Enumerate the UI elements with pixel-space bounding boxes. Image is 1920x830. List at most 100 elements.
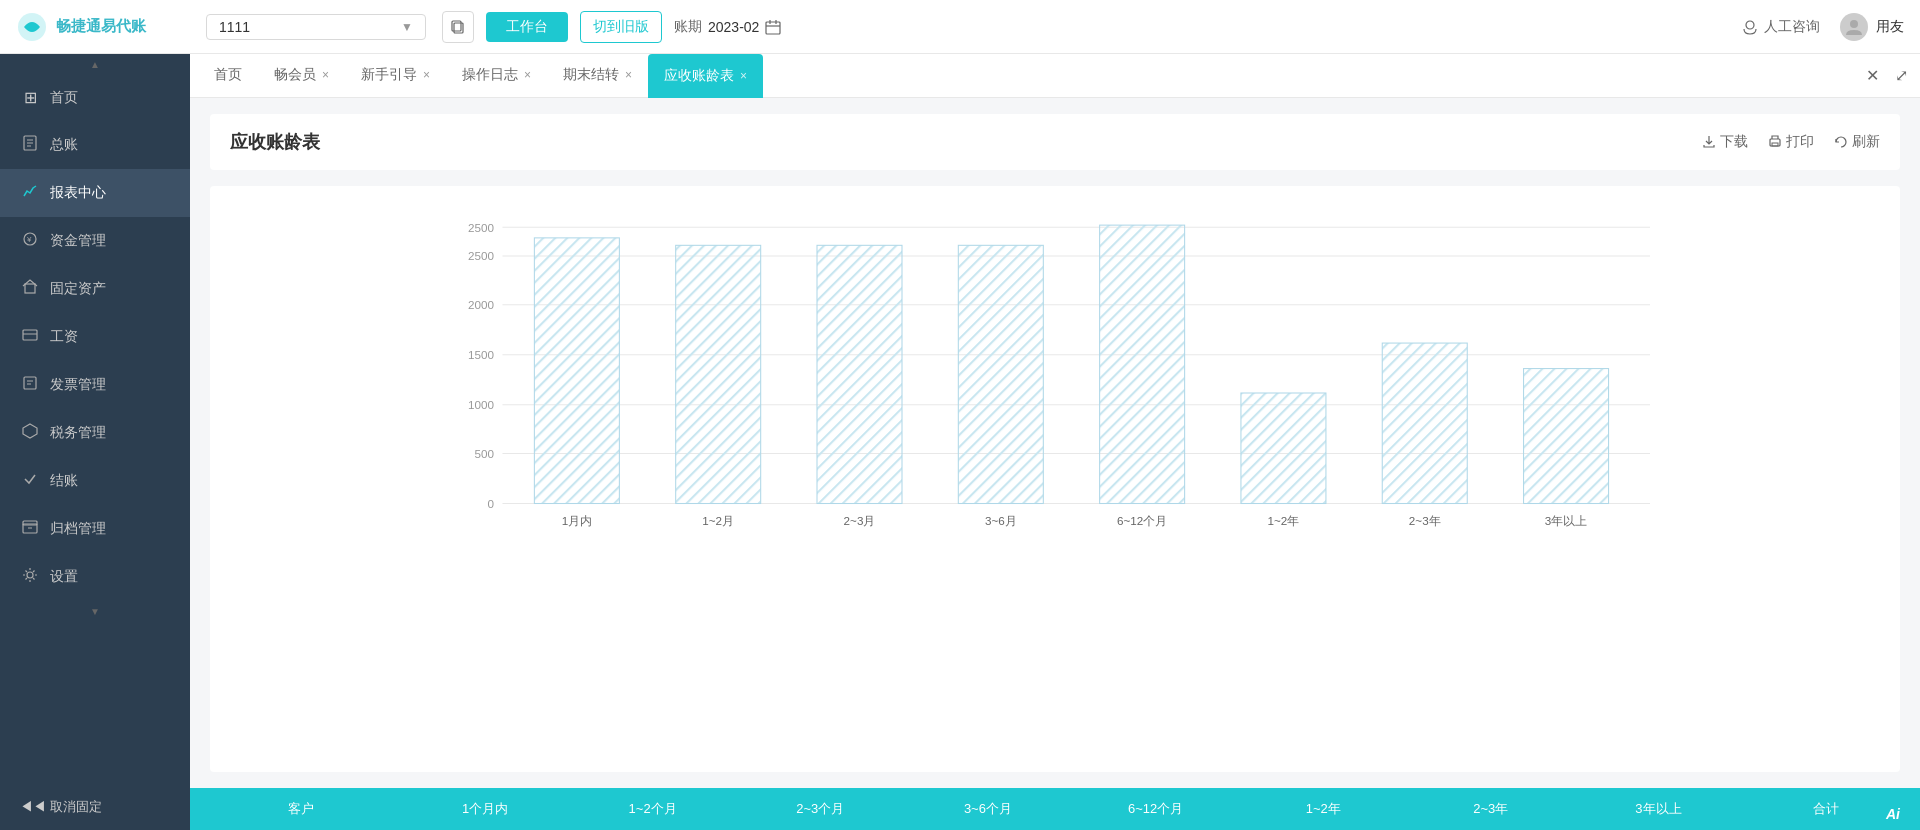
page-content: 应收账龄表 下载 [190,98,1920,788]
sidebar-item-reports-label: 报表中心 [50,184,106,202]
period-info: 账期 2023-02 [674,18,781,36]
copy-icon-btn[interactable] [442,11,474,43]
sidebar-item-home[interactable]: ⊞ 首页 [0,74,190,121]
sidebar: ▲ ⊞ 首页 总账 报表中心 [0,54,190,830]
logo-area: 畅捷通易代账 [16,11,206,43]
svg-text:500: 500 [475,447,495,460]
tab-oplog-label: 操作日志 [462,66,518,84]
svg-point-25 [27,572,33,578]
sidebar-item-home-label: 首页 [50,89,78,107]
period-value: 2023-02 [708,19,759,35]
tab-oplog[interactable]: 操作日志 × [446,54,547,98]
ai-badge[interactable]: Ai [1866,798,1920,830]
svg-point-8 [1850,20,1858,28]
svg-text:¥: ¥ [26,235,32,244]
table-header: 客户 1个月内 1~2个月 2~3个月 3~6个月 6~12个月 1~2年 2~… [190,788,1920,830]
page-actions: 下载 打印 [1702,133,1880,151]
svg-text:1月内: 1月内 [562,514,593,527]
cancel-pin-button[interactable]: ◀◀ 取消固定 [0,784,190,830]
svg-text:1~2年: 1~2年 [1268,514,1300,527]
tab-aging-close[interactable]: × [740,70,747,82]
reports-icon [20,183,40,203]
user-name: 用友 [1876,18,1904,36]
svg-rect-23 [23,521,37,525]
svg-rect-15 [25,284,35,293]
sidebar-item-ledger[interactable]: 总账 [0,121,190,169]
headset-icon [1742,19,1758,35]
refresh-button[interactable]: 刷新 [1834,133,1880,151]
svg-rect-57 [1524,369,1609,504]
user-area[interactable]: 用友 [1840,13,1904,41]
logo-text: 畅捷通易代账 [56,17,146,36]
svg-rect-3 [766,22,780,34]
table-col-6-12m: 6~12个月 [1072,800,1240,818]
table-col-1m: 1个月内 [401,800,569,818]
sidebar-item-checkout-label: 结账 [50,472,78,490]
user-avatar-icon [1844,17,1864,37]
close-tab-button[interactable]: ✕ [1862,62,1883,89]
page-header: 应收账龄表 下载 [210,114,1900,170]
sidebar-item-settings[interactable]: 设置 [0,553,190,601]
svg-text:2~3月: 2~3月 [844,514,876,527]
workbench-button[interactable]: 工作台 [486,12,568,42]
old-version-button[interactable]: 切到旧版 [580,11,662,43]
table-col-2-3m: 2~3个月 [736,800,904,818]
svg-rect-16 [23,330,37,340]
sidebar-item-salary[interactable]: 工资 [0,313,190,361]
header-center: 工作台 切到旧版 账期 2023-02 [442,11,781,43]
tab-guide[interactable]: 新手引导 × [345,54,446,98]
svg-text:2~3年: 2~3年 [1409,514,1441,527]
table-col-1-2y: 1~2年 [1239,800,1407,818]
company-name: 1111 [219,19,393,35]
svg-text:2000: 2000 [468,298,494,311]
sidebar-item-invoice[interactable]: 发票管理 [0,361,190,409]
svg-text:6~12个月: 6~12个月 [1117,514,1167,527]
company-selector[interactable]: 1111 ▼ [206,14,426,40]
scroll-down-indicator: ▼ [0,601,190,621]
download-icon [1702,135,1716,149]
table-col-1-2m: 1~2个月 [569,800,737,818]
settings-icon [20,567,40,587]
scroll-up-indicator: ▲ [0,54,190,74]
sidebar-item-archive[interactable]: 归档管理 [0,505,190,553]
tab-guide-label: 新手引导 [361,66,417,84]
download-label: 下载 [1720,133,1748,151]
svg-text:3年以上: 3年以上 [1545,514,1588,527]
tab-member-close[interactable]: × [322,69,329,81]
table-col-3-6m: 3~6个月 [904,800,1072,818]
tab-period-close[interactable]: 期末结转 × [547,54,648,98]
sidebar-item-funds[interactable]: ¥ 资金管理 [0,217,190,265]
tab-aging[interactable]: 应收账龄表 × [648,54,763,98]
svg-text:2500: 2500 [468,221,494,234]
expand-tab-button[interactable]: ⤢ [1891,62,1912,89]
archive-icon [20,519,40,539]
sidebar-item-fixed-assets[interactable]: 固定资产 [0,265,190,313]
content-area: 首页 畅会员 × 新手引导 × 操作日志 × 期末结转 × 应收账龄表 × [190,54,1920,830]
tab-member-label: 畅会员 [274,66,316,84]
tab-guide-close[interactable]: × [423,69,430,81]
sidebar-item-checkout[interactable]: 结账 [0,457,190,505]
chart-container: 0 500 1000 1500 2000 2500 2500 [210,186,1900,772]
copy-icon [450,19,466,35]
tab-period-close-close[interactable]: × [625,69,632,81]
print-button[interactable]: 打印 [1768,133,1814,151]
tab-oplog-close[interactable]: × [524,69,531,81]
tab-period-close-label: 期末结转 [563,66,619,84]
sidebar-item-salary-label: 工资 [50,328,78,346]
salary-icon [20,327,40,347]
svg-rect-55 [1382,343,1467,503]
tab-member[interactable]: 畅会员 × [258,54,345,98]
consult-label: 人工咨询 [1764,18,1820,36]
sidebar-item-ledger-label: 总账 [50,136,78,154]
download-button[interactable]: 下载 [1702,133,1748,151]
tab-home[interactable]: 首页 [198,54,258,98]
sidebar-item-reports[interactable]: 报表中心 [0,169,190,217]
table-col-customer: 客户 [200,800,401,818]
svg-rect-49 [958,245,1043,503]
sidebar-item-tax[interactable]: 税务管理 [0,409,190,457]
refresh-label: 刷新 [1852,133,1880,151]
avatar [1840,13,1868,41]
sidebar-item-funds-label: 资金管理 [50,232,106,250]
chevron-down-icon: ▼ [401,20,413,34]
consult-button[interactable]: 人工咨询 [1742,18,1820,36]
